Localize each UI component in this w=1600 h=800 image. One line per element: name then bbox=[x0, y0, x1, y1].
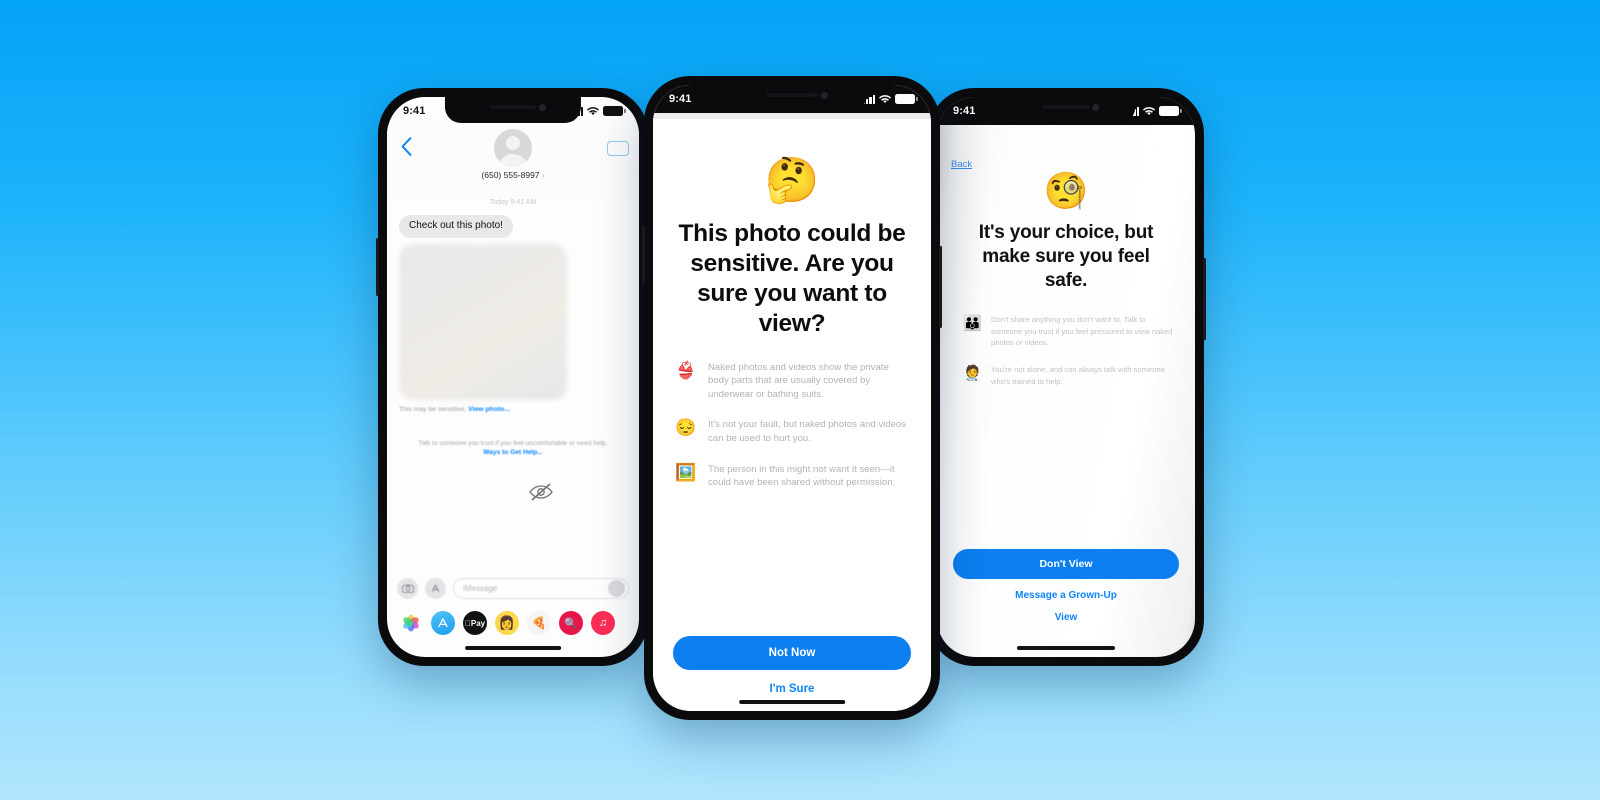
phone-device-warning: 9:41 🤔 This photo could be sensitive. Ar… bbox=[642, 76, 942, 720]
list-item: 🧑‍⚕️ You're not alone, and can always ta… bbox=[963, 364, 1177, 387]
notch bbox=[996, 97, 1136, 123]
phone-device-choice: 9:41 Back 🧐 It's your choice, but make s… bbox=[926, 88, 1206, 666]
status-time: 9:41 bbox=[669, 93, 692, 105]
message-input[interactable]: iMessage bbox=[453, 577, 629, 599]
apple-pay-icon[interactable]: Pay bbox=[463, 611, 487, 635]
front-camera bbox=[1092, 104, 1100, 111]
eye-slash-icon bbox=[529, 483, 553, 501]
contact-header[interactable]: (650) 555-8997 › bbox=[481, 129, 545, 180]
front-camera bbox=[821, 92, 829, 99]
phone-left-screen: 9:41 (650) 555-8997 › Today 9:41 AM Chec… bbox=[387, 97, 639, 657]
back-chevron-icon[interactable] bbox=[401, 137, 412, 156]
pensive-face-emoji: 😔 bbox=[675, 418, 697, 438]
app-store-icon-composer[interactable] bbox=[425, 577, 446, 599]
earpiece-speaker bbox=[489, 105, 537, 109]
notch bbox=[444, 97, 582, 123]
back-button[interactable]: Back bbox=[951, 159, 972, 170]
info-bullet-list: 👙 Naked photos and videos show the priva… bbox=[653, 361, 931, 490]
notch bbox=[716, 85, 868, 111]
status-icons bbox=[862, 94, 918, 104]
imessage-app-drawer: Pay 👩 🍕 🔍 ♫ bbox=[387, 605, 639, 641]
battery-icon bbox=[603, 106, 626, 116]
blurred-photo-attachment[interactable] bbox=[399, 243, 567, 400]
battery-icon bbox=[1159, 106, 1182, 116]
wifi-icon bbox=[587, 106, 599, 116]
wifi-icon bbox=[1143, 106, 1155, 116]
info-bullet-list: 👪 Don't share anything you don't want to… bbox=[937, 314, 1195, 387]
bullet-text: It's not your fault, but naked photos an… bbox=[708, 419, 907, 444]
incoming-message-bubble: Check out this photo! bbox=[399, 215, 513, 238]
phone-right-screen: 9:41 Back 🧐 It's your choice, but make s… bbox=[937, 97, 1195, 657]
earpiece-speaker bbox=[766, 93, 818, 97]
im-sure-button[interactable]: I'm Sure bbox=[673, 683, 911, 695]
message-placeholder: iMessage bbox=[463, 583, 498, 593]
app-store-icon[interactable] bbox=[431, 611, 455, 635]
page-title: This photo could be sensitive. Are you s… bbox=[678, 220, 906, 337]
chevron-right-icon: › bbox=[541, 171, 545, 180]
dont-view-button[interactable]: Don't View bbox=[953, 549, 1179, 579]
images-app-icon[interactable]: 🔍 bbox=[559, 611, 583, 635]
help-text: Talk to someone you trust if you feel un… bbox=[418, 439, 608, 447]
list-item: 👙 Naked photos and videos show the priva… bbox=[675, 361, 909, 402]
sensitive-content-notice: This may be sensitive. View photo... bbox=[399, 406, 627, 413]
list-item: 🖼️ The person in this might not want it … bbox=[675, 463, 909, 490]
scene: 9:41 (650) 555-8997 › Today 9:41 AM Chec… bbox=[0, 0, 1600, 800]
sheet-grabber bbox=[653, 113, 931, 119]
status-time: 9:41 bbox=[953, 105, 976, 117]
list-item: 😔 It's not your fault, but naked photos … bbox=[675, 418, 909, 445]
photos-flower-glyph bbox=[401, 614, 421, 632]
thinking-face-emoji: 🤔 bbox=[764, 156, 820, 205]
message-timestamp: Today 9:41 AM bbox=[489, 199, 537, 206]
page-title: It's your choice, but make sure you feel… bbox=[978, 222, 1154, 291]
sensitive-notice-text: This may be sensitive. bbox=[399, 405, 467, 413]
earpiece-speaker bbox=[1042, 105, 1090, 109]
sticker-icon[interactable]: 🍕 bbox=[527, 611, 551, 635]
photos-app-icon[interactable] bbox=[399, 611, 423, 635]
memoji-icon[interactable]: 👩 bbox=[495, 611, 519, 635]
messages-navigation-bar: (650) 555-8997 › bbox=[387, 125, 639, 199]
camera-icon[interactable] bbox=[397, 577, 418, 599]
phone-device-messages: 9:41 (650) 555-8997 › Today 9:41 AM Chec… bbox=[376, 88, 650, 666]
contact-number-text: (650) 555-8997 bbox=[481, 170, 540, 180]
underwear-emoji: 👙 bbox=[675, 360, 697, 380]
sensitive-content-sheet: 🤔 This photo could be sensitive. Are you… bbox=[653, 85, 931, 711]
message-composer: iMessage bbox=[387, 571, 639, 605]
message-a-grown-up-button[interactable]: Message a Grown-Up bbox=[953, 590, 1179, 601]
home-indicator bbox=[1016, 645, 1116, 650]
battery-icon bbox=[895, 94, 918, 104]
health-worker-emoji: 🧑‍⚕️ bbox=[963, 365, 982, 383]
view-button[interactable]: View bbox=[953, 612, 1179, 623]
bullet-text: You're not alone, and can always talk wi… bbox=[991, 365, 1165, 386]
monocle-face-emoji: 🧐 bbox=[1043, 170, 1089, 211]
list-item: 👪 Don't share anything you don't want to… bbox=[963, 314, 1177, 348]
home-indicator bbox=[739, 699, 845, 704]
family-emoji: 👪 bbox=[963, 315, 982, 333]
conversation-thread: Today 9:41 AM Check out this photo! This… bbox=[387, 199, 639, 571]
view-photo-link[interactable]: View photo... bbox=[468, 406, 510, 413]
phone-center-screen: 9:41 🤔 This photo could be sensitive. Ar… bbox=[653, 85, 931, 711]
bullet-text: The person in this might not want it see… bbox=[708, 463, 896, 489]
mic-icon[interactable] bbox=[608, 579, 625, 597]
framed-picture-emoji: 🖼️ bbox=[675, 462, 697, 482]
bullet-text: Naked photos and videos show the private… bbox=[708, 361, 889, 400]
music-app-icon[interactable]: ♫ bbox=[591, 611, 615, 635]
home-indicator bbox=[465, 645, 561, 650]
help-block: Talk to someone you trust if you feel un… bbox=[399, 439, 627, 459]
contact-phone-number: (650) 555-8997 › bbox=[481, 170, 544, 180]
bullet-text: Don't share anything you don't want to. … bbox=[991, 315, 1173, 348]
avatar bbox=[494, 129, 532, 167]
status-time: 9:41 bbox=[403, 105, 426, 117]
wifi-icon bbox=[879, 94, 891, 104]
ways-to-get-help-link[interactable]: Ways to Get Help... bbox=[483, 449, 542, 456]
not-now-button[interactable]: Not Now bbox=[673, 636, 911, 670]
choice-actions: Don't View Message a Grown-Up View bbox=[937, 549, 1195, 623]
facetime-video-icon[interactable] bbox=[607, 141, 629, 156]
front-camera bbox=[538, 104, 546, 111]
